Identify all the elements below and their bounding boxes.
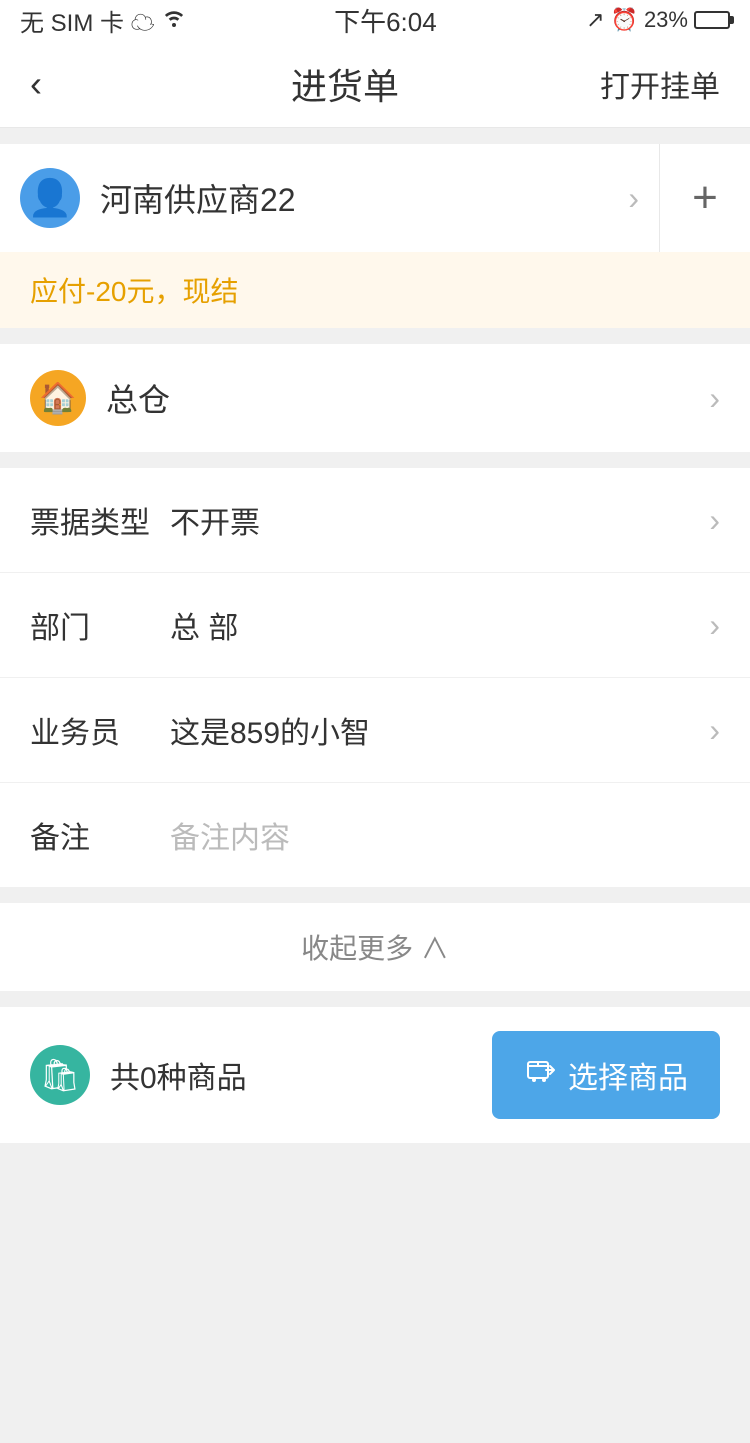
collapse-label: 收起更多 ∧	[301, 927, 449, 967]
page-title: 进货单	[291, 58, 399, 110]
alarm-icon: ⏰	[611, 7, 638, 33]
form-section: 票据类型 不开票 › 部门 总 部 › 业务员 这是859的小智 › 备注 备注…	[0, 468, 750, 887]
person-icon: 👤	[28, 177, 73, 219]
warehouse-icon: 🏠	[39, 381, 76, 416]
invoice-type-label: 票据类型	[30, 498, 170, 542]
remark-input[interactable]: 备注内容	[170, 813, 720, 857]
plus-icon: +	[692, 173, 718, 223]
open-pending-button[interactable]: 打开挂单	[600, 62, 720, 106]
wifi-icon	[163, 6, 185, 34]
invoice-type-row[interactable]: 票据类型 不开票 ›	[0, 468, 750, 573]
invoice-chevron-icon: ›	[709, 502, 720, 539]
status-left: 无 SIM 卡 ☁	[20, 3, 185, 38]
select-product-label: 选择商品	[568, 1053, 688, 1097]
add-supplier-button[interactable]: +	[660, 144, 750, 252]
location-icon: ↗	[586, 7, 604, 33]
warehouse-name: 总仓	[106, 375, 699, 421]
product-bag-icon: 🛍	[40, 1056, 81, 1094]
supplier-section: 👤 河南供应商22 › +	[0, 144, 750, 252]
notice-bar: 应付-20元，现结	[0, 252, 750, 328]
sales-chevron-icon: ›	[709, 712, 720, 749]
supplier-selector[interactable]: 👤 河南供应商22 ›	[0, 144, 660, 252]
product-icon-wrap: 🛍	[30, 1045, 90, 1105]
supplier-chevron-icon: ›	[628, 180, 639, 217]
supplier-name: 河南供应商22	[100, 175, 618, 221]
salesperson-row[interactable]: 业务员 这是859的小智 ›	[0, 678, 750, 783]
department-row[interactable]: 部门 总 部 ›	[0, 573, 750, 678]
remark-label: 备注	[30, 813, 170, 857]
salesperson-value: 这是859的小智	[170, 708, 699, 752]
status-time: 下午6:04	[334, 2, 437, 39]
nav-bar: ‹ 进货单 打开挂单	[0, 40, 750, 128]
battery-percent: 23%	[644, 7, 688, 33]
page-background	[0, 1143, 750, 1443]
cart-icon	[524, 1057, 556, 1094]
salesperson-label: 业务员	[30, 708, 170, 752]
department-label: 部门	[30, 603, 170, 647]
collapse-button[interactable]: 收起更多 ∧	[0, 903, 750, 991]
product-count: 共0种商品	[110, 1053, 472, 1097]
battery-icon	[694, 11, 730, 29]
status-right: ↗ ⏰ 23%	[586, 7, 730, 33]
supplier-avatar: 👤	[20, 168, 80, 228]
bottom-bar: 🛍 共0种商品 选择商品	[0, 1007, 750, 1143]
no-sim-text: 无 SIM 卡 ☁	[20, 3, 155, 38]
warehouse-icon-wrap: 🏠	[30, 370, 86, 426]
invoice-type-value: 不开票	[170, 498, 699, 542]
back-button[interactable]: ‹	[30, 63, 90, 105]
warehouse-selector[interactable]: 🏠 总仓 ›	[0, 344, 750, 452]
select-product-button[interactable]: 选择商品	[492, 1031, 720, 1119]
dept-chevron-icon: ›	[709, 607, 720, 644]
section-gap-1	[0, 128, 750, 144]
remark-row[interactable]: 备注 备注内容	[0, 783, 750, 887]
department-value: 总 部	[170, 603, 699, 647]
warehouse-chevron-icon: ›	[709, 380, 720, 417]
status-bar: 无 SIM 卡 ☁ 下午6:04 ↗ ⏰ 23%	[0, 0, 750, 40]
